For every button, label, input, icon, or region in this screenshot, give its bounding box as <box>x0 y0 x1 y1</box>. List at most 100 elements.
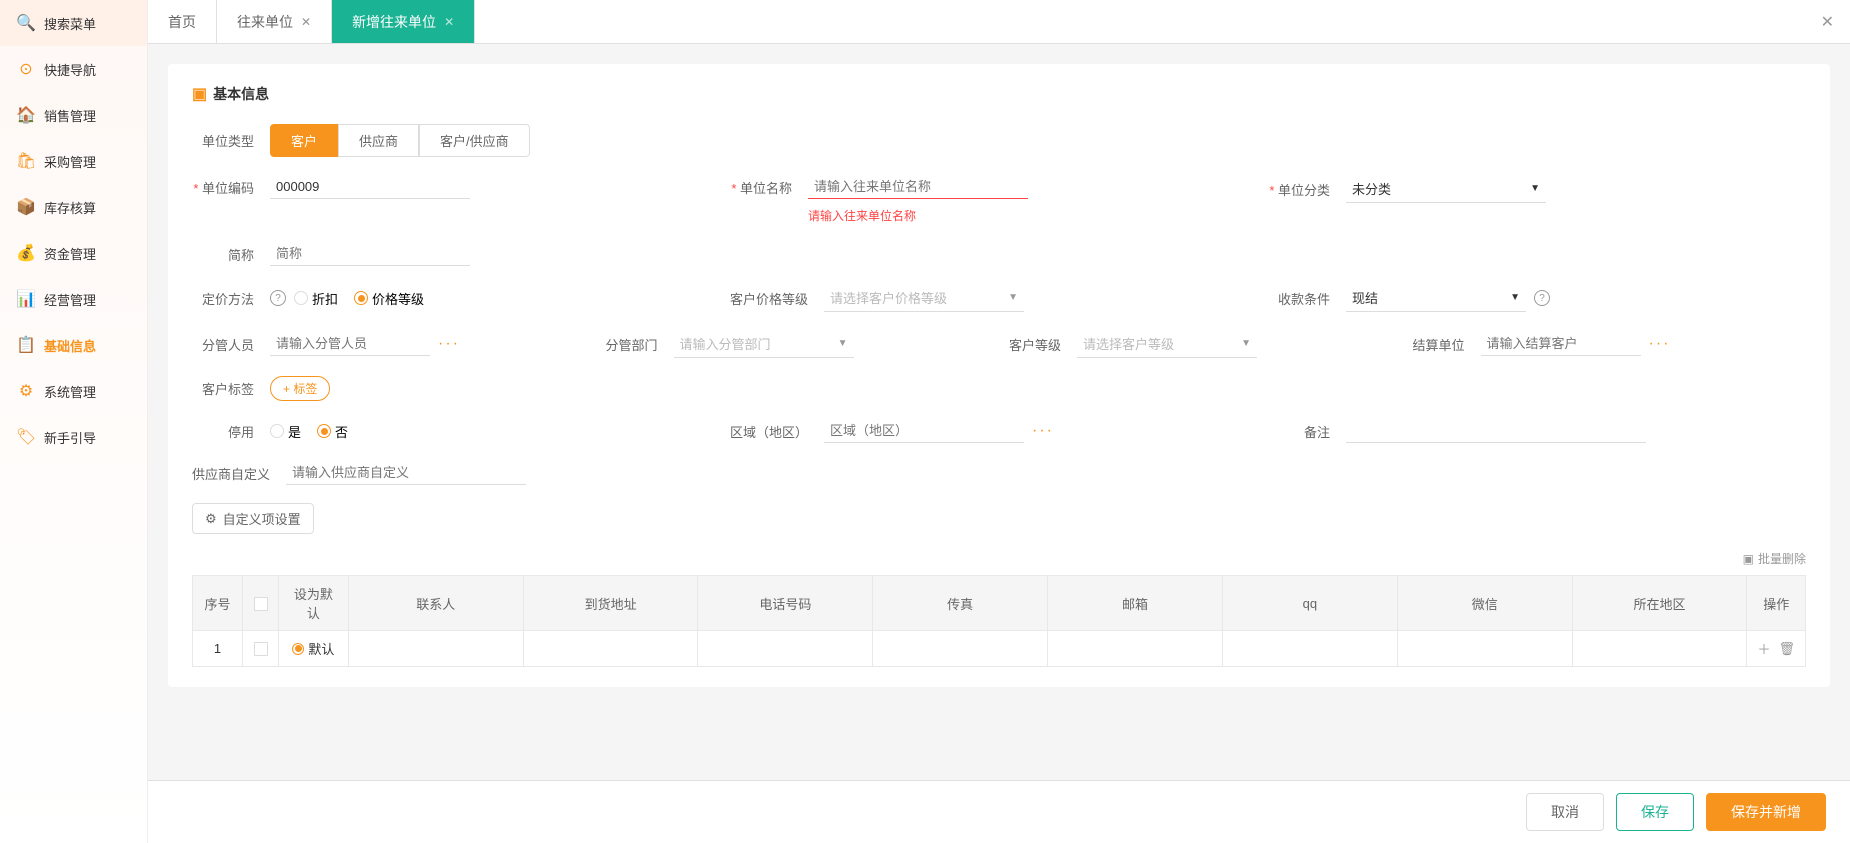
purchase-icon: 🛍 <box>16 151 36 171</box>
settlement-dots[interactable]: ··· <box>1649 335 1671 353</box>
unit-category-select[interactable]: 未分类 ▼ <box>1346 175 1546 203</box>
disabled-no[interactable]: 否 <box>317 422 348 441</box>
save-button[interactable]: 保存 <box>1616 793 1694 831</box>
pricing-method-field: 定价方法 ? 折扣 价格等级 <box>192 289 730 308</box>
pricing-method-label: 定价方法 <box>192 289 262 308</box>
add-tag-button[interactable]: + 标签 <box>270 376 330 401</box>
tab-new-trading-unit-close[interactable]: ✕ <box>444 15 454 29</box>
unit-type-row: 单位类型 客户 供应商 客户/供应商 <box>192 124 1806 157</box>
sidebar-item-search-menu[interactable]: 🔍 搜索菜单 <box>0 0 147 46</box>
department-label: 分管部门 <box>596 335 666 354</box>
customer-price-level-select[interactable]: 请选择客户价格等级 ▼ <box>824 284 1024 312</box>
cell-fax[interactable] <box>873 631 1048 667</box>
settlement-unit-input[interactable] <box>1481 332 1641 356</box>
cell-email[interactable] <box>1048 631 1223 667</box>
sidebar-item-quick-nav[interactable]: ⊙ 快捷导航 <box>0 46 147 92</box>
sidebar-item-new-guide[interactable]: 🏷 新手引导 <box>0 414 147 460</box>
unit-type-customer[interactable]: 客户 <box>270 124 338 157</box>
sidebar-item-basic-info[interactable]: 📋 基础信息 <box>0 322 147 368</box>
payment-terms-select[interactable]: 现结 ▼ <box>1346 284 1526 312</box>
customer-level-select[interactable]: 请选择客户等级 ▼ <box>1077 330 1257 358</box>
add-row-icon[interactable]: ＋ <box>1757 639 1770 658</box>
default-radio[interactable] <box>292 643 304 655</box>
region-dots[interactable]: ··· <box>1032 422 1054 440</box>
manager-field: 分管人员 ··· <box>192 332 596 356</box>
cell-phone[interactable] <box>698 631 873 667</box>
department-select[interactable]: 请输入分管部门 ▼ <box>674 330 854 358</box>
col-qq: qq <box>1222 576 1397 631</box>
sidebar-item-finance[interactable]: 💰 资金管理 <box>0 230 147 276</box>
col-email: 邮箱 <box>1048 576 1223 631</box>
batch-delete-btn[interactable]: ▣ 批量删除 <box>1743 550 1806 567</box>
sidebar-item-purchase-mgmt[interactable]: 🛍 采购管理 <box>0 138 147 184</box>
cancel-button[interactable]: 取消 <box>1526 793 1604 831</box>
customer-price-level-label: 客户价格等级 <box>730 289 816 308</box>
form-card: ▣ 基本信息 单位类型 客户 供应商 客户/供应商 单位编码 <box>168 64 1830 687</box>
customer-price-level-field: 客户价格等级 请选择客户价格等级 ▼ <box>730 284 1268 312</box>
settlement-unit-field: 结算单位 ··· <box>1403 332 1807 356</box>
unit-code-input[interactable] <box>270 175 470 199</box>
tab-bar: 首页 往来单位 ✕ 新增往来单位 ✕ ✕ <box>148 0 1850 44</box>
unit-type-group: 客户 供应商 客户/供应商 <box>270 124 530 157</box>
sidebar: 🔍 搜索菜单 ⊙ 快捷导航 🏠 销售管理 🛍 采购管理 📦 库存核算 💰 资金管… <box>0 0 148 843</box>
finance-icon: 💰 <box>16 243 36 263</box>
price-level-chevron: ▼ <box>1008 292 1018 303</box>
tab-new-trading-unit[interactable]: 新增往来单位 ✕ <box>332 0 475 43</box>
sidebar-item-inventory[interactable]: 📦 库存核算 <box>0 184 147 230</box>
cell-qq[interactable] <box>1222 631 1397 667</box>
disabled-label: 停用 <box>192 422 262 441</box>
manager-input[interactable] <box>270 332 430 356</box>
unit-name-input[interactable] <box>808 175 1028 199</box>
payment-terms-help-icon[interactable]: ? <box>1534 290 1550 306</box>
unit-type-label: 单位类型 <box>192 131 262 150</box>
payment-terms-field: 收款条件 现结 ▼ ? <box>1268 284 1806 312</box>
manager-label: 分管人员 <box>192 335 262 354</box>
cell-region[interactable] <box>1572 631 1747 667</box>
short-name-label: 简称 <box>192 245 262 264</box>
disabled-yes[interactable]: 是 <box>270 422 301 441</box>
pricing-help-icon[interactable]: ? <box>270 290 286 306</box>
manager-dots[interactable]: ··· <box>438 335 460 353</box>
window-close-button[interactable]: ✕ <box>1821 12 1834 32</box>
short-name-input[interactable] <box>270 242 470 266</box>
pricing-price-level[interactable]: 价格等级 <box>354 289 424 308</box>
header-checkbox[interactable] <box>254 597 268 611</box>
quick-nav-icon: ⊙ <box>16 59 36 79</box>
cell-address[interactable] <box>523 631 698 667</box>
table-row: 1 默认 <box>193 631 1806 667</box>
contact-table: 序号 设为默认 联系人 到货地址 电话号码 传真 邮箱 qq 微信 所在地区 操… <box>192 575 1806 667</box>
search-menu-icon: 🔍 <box>16 13 36 33</box>
unit-type-field: 单位类型 客户 供应商 客户/供应商 <box>192 124 1806 157</box>
delete-row-icon[interactable]: 🗑 <box>1778 641 1795 657</box>
sidebar-item-sales-mgmt[interactable]: 🏠 销售管理 <box>0 92 147 138</box>
region-input[interactable] <box>824 419 1024 443</box>
section-title: ▣ 基本信息 <box>192 84 1806 104</box>
cell-contact[interactable] <box>348 631 523 667</box>
row-action-icons: ＋ 🗑 <box>1757 639 1795 658</box>
supplier-custom-input[interactable] <box>286 461 526 485</box>
col-phone: 电话号码 <box>698 576 873 631</box>
tab-home[interactable]: 首页 <box>148 0 217 43</box>
cell-action: ＋ 🗑 <box>1747 631 1806 667</box>
col-action: 操作 <box>1747 576 1806 631</box>
col-contact: 联系人 <box>348 576 523 631</box>
custom-settings-button[interactable]: ⚙ 自定义项设置 <box>192 503 314 534</box>
unit-category-chevron: ▼ <box>1530 183 1540 194</box>
pricing-discount[interactable]: 折扣 <box>294 289 338 308</box>
price-level-radio <box>354 291 368 305</box>
payment-terms-chevron: ▼ <box>1510 292 1520 303</box>
save-new-button[interactable]: 保存并新增 <box>1706 793 1826 831</box>
cell-wechat[interactable] <box>1397 631 1572 667</box>
cell-checkbox <box>243 631 279 667</box>
remark-input[interactable] <box>1346 419 1646 443</box>
unit-type-both[interactable]: 客户/供应商 <box>419 124 530 157</box>
sidebar-item-operations[interactable]: 📊 经营管理 <box>0 276 147 322</box>
operations-icon: 📊 <box>16 289 36 309</box>
region-field: 区域（地区） ··· <box>730 419 1268 443</box>
unit-type-supplier[interactable]: 供应商 <box>338 124 419 157</box>
tab-trading-units[interactable]: 往来单位 ✕ <box>217 0 332 43</box>
cell-seq: 1 <box>193 631 243 667</box>
sidebar-item-sys-mgmt[interactable]: ⚙ 系统管理 <box>0 368 147 414</box>
tab-trading-units-close[interactable]: ✕ <box>301 15 311 29</box>
row-checkbox[interactable] <box>254 642 268 656</box>
